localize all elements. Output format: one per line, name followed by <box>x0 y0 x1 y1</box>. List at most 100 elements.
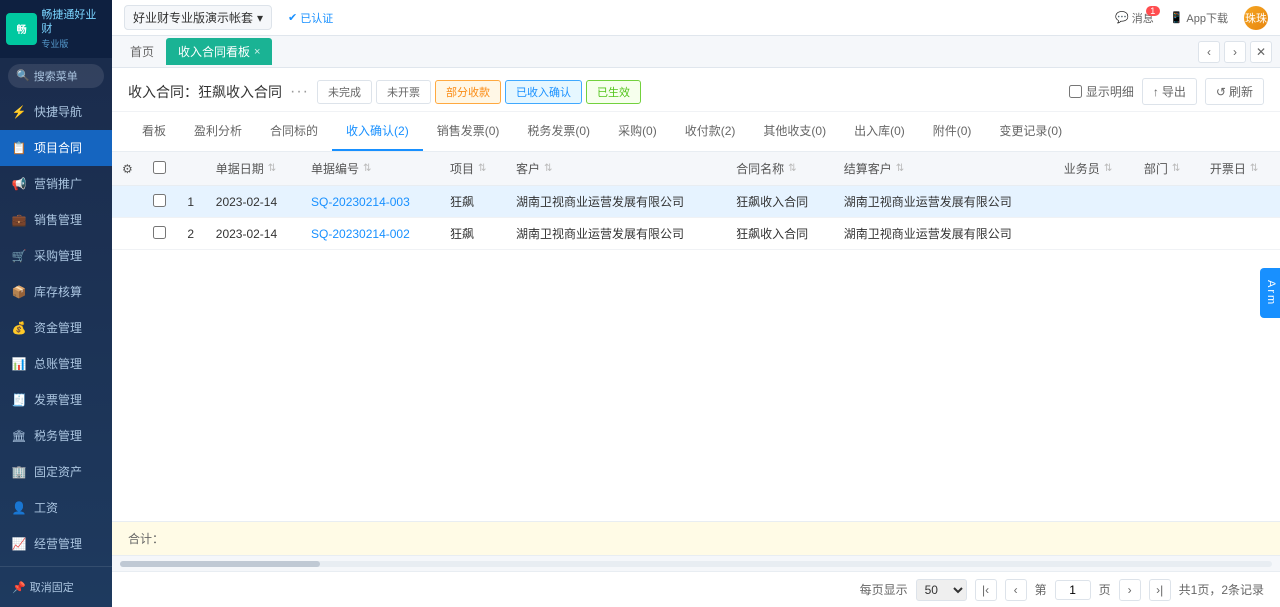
table-settings-icon[interactable]: ⚙ <box>122 162 133 176</box>
tab-nav-next[interactable]: › <box>1224 41 1246 63</box>
pin-icon: 📌 <box>12 581 26 594</box>
sidebar-item-fixed-assets[interactable]: 🏢 固定资产 <box>0 454 112 490</box>
show-detail-checkbox[interactable] <box>1069 85 1082 98</box>
status-partial-received[interactable]: 部分收款 <box>435 80 501 104</box>
active-tab-income-contract[interactable]: 收入合同看板 × <box>166 38 272 65</box>
sort-date-icon: ⇅ <box>268 163 276 174</box>
sidebar-item-finance[interactable]: 💰 资金管理 <box>0 310 112 346</box>
sub-tab-income-confirm[interactable]: 收入确认(2) <box>332 112 423 151</box>
sidebar-item-inventory[interactable]: 📦 库存核算 <box>0 274 112 310</box>
tab-close-all[interactable]: ✕ <box>1250 41 1272 63</box>
sub-tab-other-income[interactable]: 其他收支(0) <box>749 112 840 151</box>
page-last-button[interactable]: ›| <box>1149 579 1171 601</box>
row1-check[interactable] <box>143 186 176 218</box>
col-header-open-date[interactable]: 开票日⇅ <box>1200 152 1280 186</box>
page-label-pre: 第 <box>1035 581 1047 598</box>
row1-settings <box>112 186 143 218</box>
search-menu-button[interactable]: 🔍 搜索菜单 <box>8 64 104 88</box>
message-button[interactable]: 💬 1 消息 <box>1115 10 1154 26</box>
sidebar-item-ops[interactable]: 📈 经营管理 <box>0 526 112 562</box>
col-header-project[interactable]: 项目⇅ <box>440 152 506 186</box>
row2-check[interactable] <box>143 218 176 250</box>
col-header-customer[interactable]: 客户⇅ <box>506 152 726 186</box>
sidebar-search-area: 🔍 搜索菜单 <box>0 58 112 94</box>
sidebar-item-invoice[interactable]: 🧾 发票管理 <box>0 382 112 418</box>
ops-icon: 📈 <box>10 535 28 553</box>
sub-tab-attachments[interactable]: 附件(0) <box>919 112 986 151</box>
per-page-label: 每页显示 <box>860 581 908 598</box>
sub-tab-profit[interactable]: 盈利分析 <box>180 112 256 151</box>
sidebar: 畅 畅捷通好业财 专业版 🔍 搜索菜单 ⚡ 快捷导航 📋 项目合同 📢 营销推广… <box>0 0 112 607</box>
table-body: 1 2023-02-14 SQ-20230214-003 狂飙 湖南卫视商业运营… <box>112 186 1280 250</box>
row2-number-link[interactable]: SQ-20230214-002 <box>311 227 410 241</box>
sidebar-item-project-contract[interactable]: 📋 项目合同 <box>0 130 112 166</box>
status-effective[interactable]: 已生效 <box>586 80 641 104</box>
sidebar-item-sales[interactable]: 💼 销售管理 <box>0 202 112 238</box>
page-first-button[interactable]: |‹ <box>975 579 997 601</box>
table-row[interactable]: 2 2023-02-14 SQ-20230214-002 狂飙 湖南卫视商业运营… <box>112 218 1280 250</box>
settings-col-header[interactable]: ⚙ <box>112 152 143 186</box>
topbar-right: 💬 1 消息 📱 App下载 珠珠 <box>1115 6 1268 30</box>
row1-number-link[interactable]: SQ-20230214-003 <box>311 195 410 209</box>
row2-checkbox[interactable] <box>153 226 166 239</box>
sub-tab-purchase[interactable]: 采购(0) <box>604 112 671 151</box>
export-button[interactable]: ↑ 导出 <box>1142 78 1197 105</box>
cancel-pin-button[interactable]: 📌 取消固定 <box>8 573 104 601</box>
page-size-select[interactable]: 20 50 100 <box>916 579 967 601</box>
status-not-invoiced[interactable]: 未开票 <box>376 80 431 104</box>
status-confirmed[interactable]: 已收入确认 <box>505 80 582 104</box>
row2-number[interactable]: SQ-20230214-002 <box>301 218 440 250</box>
sub-tab-sales-invoice[interactable]: 销售发票(0) <box>423 112 514 151</box>
col-header-department[interactable]: 部门⇅ <box>1134 152 1200 186</box>
tab-close-button[interactable]: × <box>254 46 260 58</box>
page-prev-button[interactable]: ‹ <box>1005 579 1027 601</box>
row1-checkbox[interactable] <box>153 194 166 207</box>
sub-tab-payment[interactable]: 收付款(2) <box>671 112 750 151</box>
company-selector[interactable]: 好业财专业版演示帐套 ▾ <box>124 5 272 30</box>
col-header-salesperson[interactable]: 业务员⇅ <box>1054 152 1134 186</box>
app-name: 畅捷通好业财 <box>41 8 106 37</box>
show-detail-checkbox-label[interactable]: 显示明细 <box>1069 83 1134 100</box>
scroll-thumb[interactable] <box>120 561 320 567</box>
tab-nav-prev[interactable]: ‹ <box>1198 41 1220 63</box>
sub-tab-change-records[interactable]: 变更记录(0) <box>985 112 1076 151</box>
project-contract-icon: 📋 <box>10 139 28 157</box>
row1-number[interactable]: SQ-20230214-003 <box>301 186 440 218</box>
sidebar-item-marketing[interactable]: 📢 营销推广 <box>0 166 112 202</box>
horizontal-scrollbar[interactable] <box>112 555 1280 571</box>
sidebar-item-hr[interactable]: 👤 工资 <box>0 490 112 526</box>
sub-tab-warehouse[interactable]: 出入库(0) <box>840 112 919 151</box>
table-row[interactable]: 1 2023-02-14 SQ-20230214-003 狂飙 湖南卫视商业运营… <box>112 186 1280 218</box>
row2-num: 2 <box>176 218 206 250</box>
data-table: ⚙ 单据日期⇅ <box>112 152 1280 250</box>
col-header-number[interactable]: 单据编号⇅ <box>301 152 440 186</box>
sort-customer-icon: ⇅ <box>544 163 552 174</box>
page-next-button[interactable]: › <box>1119 579 1141 601</box>
sub-tabs: 看板 盈利分析 合同标的 收入确认(2) 销售发票(0) 税务发票(0) 采购(… <box>112 112 1280 152</box>
sidebar-item-purchase[interactable]: 🛒 采购管理 <box>0 238 112 274</box>
user-avatar[interactable]: 珠珠 <box>1244 6 1268 30</box>
sub-tab-kanban[interactable]: 看板 <box>128 112 180 151</box>
sidebar-item-general-ledger[interactable]: 📊 总账管理 <box>0 346 112 382</box>
home-tab[interactable]: 首页 <box>120 39 164 64</box>
app-download-icon: 📱 <box>1170 11 1184 24</box>
col-header-contract-name[interactable]: 合同名称⇅ <box>726 152 834 186</box>
sidebar-item-tax[interactable]: 🏛 税务管理 <box>0 418 112 454</box>
sub-tab-tax-invoice[interactable]: 税务发票(0) <box>513 112 604 151</box>
page-number-input[interactable] <box>1055 580 1091 600</box>
check-col-header[interactable] <box>143 152 176 186</box>
side-action-button[interactable]: Arm <box>1260 268 1280 318</box>
status-not-complete[interactable]: 未完成 <box>317 80 372 104</box>
col-header-settlement[interactable]: 结算客户⇅ <box>834 152 1054 186</box>
sort-number-icon: ⇅ <box>363 163 371 174</box>
select-all-checkbox[interactable] <box>153 161 166 174</box>
refresh-button[interactable]: ↺ 刷新 <box>1205 78 1264 105</box>
more-options-button[interactable]: ··· <box>290 83 309 101</box>
sub-tab-contract-standard[interactable]: 合同标的 <box>256 112 332 151</box>
company-dropdown-icon: ▾ <box>257 11 263 25</box>
col-header-date[interactable]: 单据日期⇅ <box>206 152 301 186</box>
app-download-button[interactable]: 📱 App下载 <box>1170 10 1228 26</box>
sidebar-item-quick-nav[interactable]: ⚡ 快捷导航 <box>0 94 112 130</box>
total-label: 合计： <box>128 530 164 547</box>
row2-salesperson <box>1054 218 1134 250</box>
